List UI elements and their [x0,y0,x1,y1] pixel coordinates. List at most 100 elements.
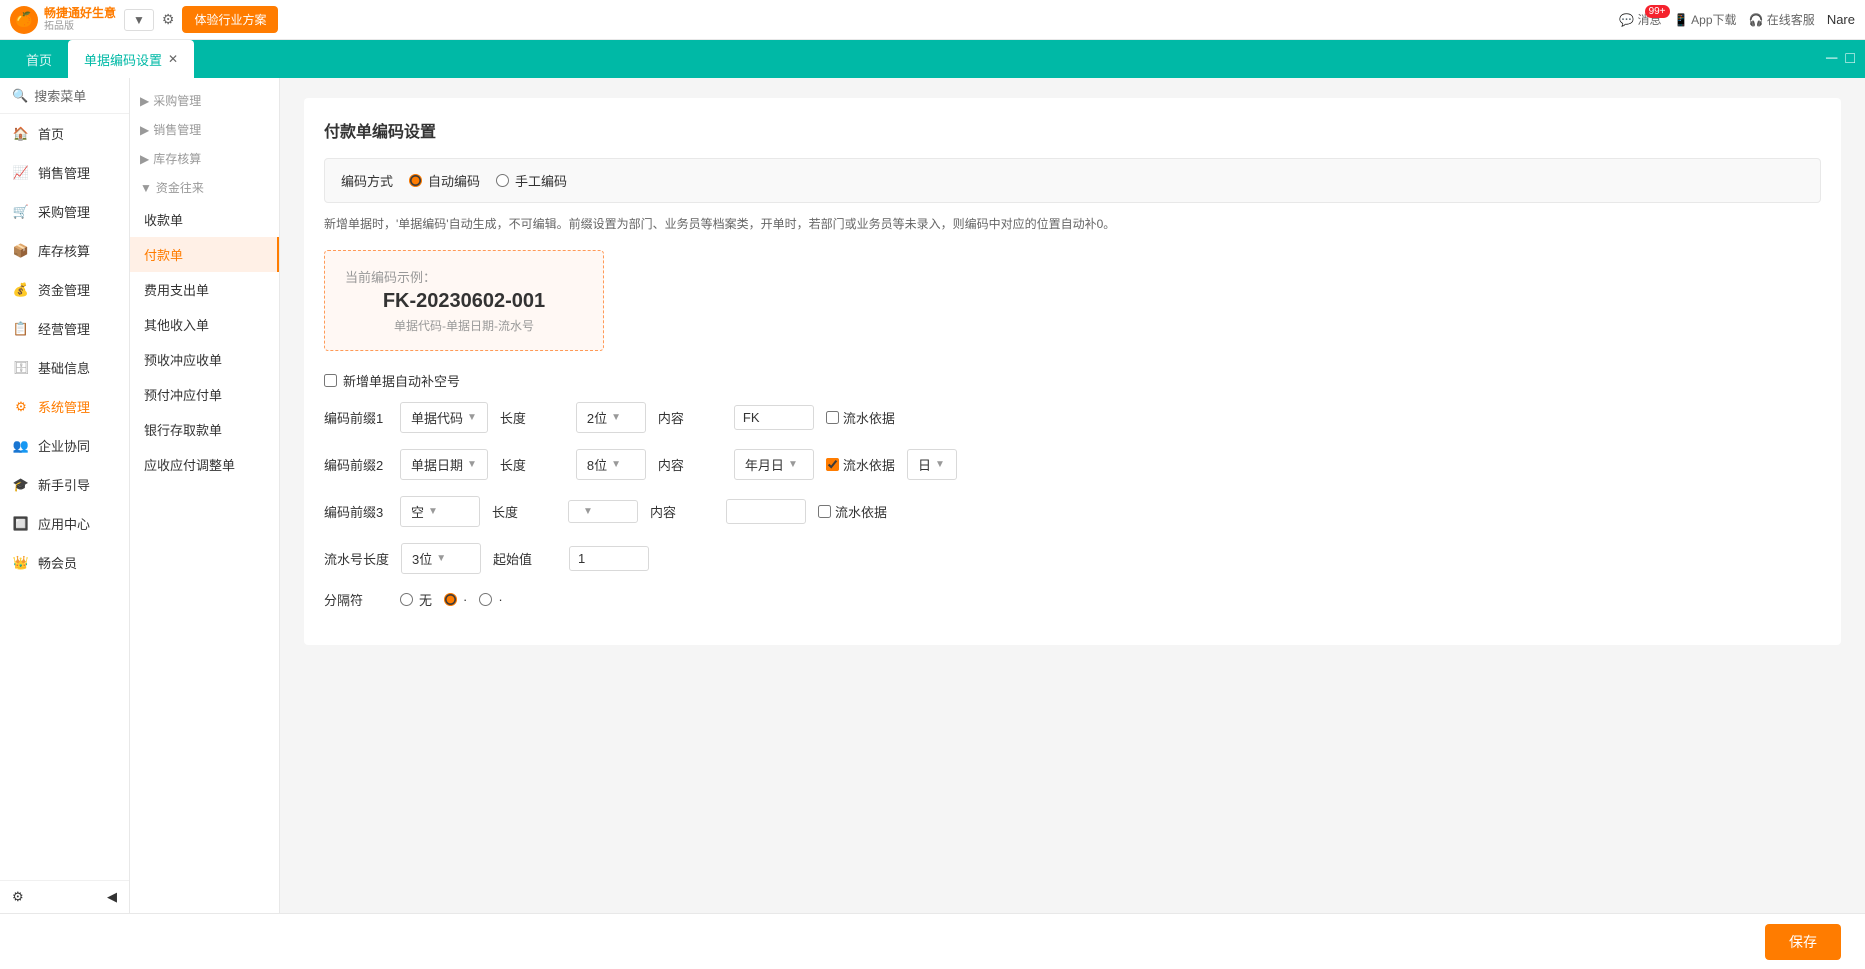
sidebar-item-payment[interactable]: 付款单 [130,237,279,272]
serial1-label: 流水依据 [843,408,895,427]
message-icon[interactable]: 💬 消息 99+ [1619,11,1661,28]
sidebar-item-expense[interactable]: 费用支出单 [130,272,279,307]
length1-select[interactable]: 2位 ▼ [576,402,646,433]
length2-chevron-icon: ▼ [611,459,621,470]
sidebar-item-bank[interactable]: 银行存取款单 [130,412,279,447]
serial1-checkbox-group[interactable]: 流水依据 [826,408,895,427]
auto-code-label: 自动编码 [428,171,480,190]
prefix3-select[interactable]: 空 ▼ [400,496,480,527]
online-service[interactable]: 🎧 在线客服 [1749,11,1815,28]
section-inventory[interactable]: ▶ 库存核算 [130,144,279,173]
start-value-input[interactable] [569,546,649,571]
app-download[interactable]: 📱 App下载 [1674,11,1737,28]
length3-chevron-icon: ▼ [583,506,593,517]
sidebar-item-inventory[interactable]: 📦 库存核算 [0,231,129,270]
serial3-label: 流水依据 [835,502,887,521]
serial-num-select[interactable]: 3位 ▼ [401,543,481,574]
section-purchase[interactable]: ▶ 采购管理 [130,86,279,115]
sidebar-item-receipt[interactable]: 收款单 [130,202,279,237]
sep-none-input[interactable] [400,593,413,606]
bottom-settings-icon[interactable]: ⚙ [12,889,24,905]
content1-input[interactable] [734,405,814,430]
sidebar-item-apps[interactable]: 🔲 应用中心 [0,504,129,543]
sidebar-item-purchase[interactable]: 🛒 采购管理 [0,192,129,231]
auto-code-radio[interactable]: 自动编码 [409,171,480,190]
settings-icon[interactable]: ⚙ [162,11,175,28]
topbar-controls: ▼ ⚙ [124,9,174,31]
section-sales[interactable]: ▶ 销售管理 [130,115,279,144]
save-button[interactable]: 保存 [1765,924,1841,960]
preview-desc: 单据代码-单据日期-流水号 [345,317,583,334]
prefix1-select[interactable]: 单据代码 ▼ [400,402,488,433]
tab-close-icon[interactable]: ✕ [168,52,178,66]
minimize-icon[interactable]: ─ [1826,50,1837,68]
preview-code: FK-20230602-001 [345,290,583,313]
sidebar-item-member[interactable]: 👑 畅会员 [0,543,129,582]
serial2-checkbox[interactable] [826,458,839,471]
sidebar-item-ops[interactable]: 📋 经营管理 [0,309,129,348]
length2-label: 长度 [500,455,564,474]
length3-label: 长度 [492,502,556,521]
tab-voucher-code[interactable]: 单据编码设置 ✕ [68,40,194,78]
serial2-checkbox-group[interactable]: 流水依据 [826,455,895,474]
sidebar-item-adjustment[interactable]: 应收应付调整单 [130,447,279,482]
content2-chevron-icon: ▼ [788,459,798,470]
manual-code-input[interactable] [496,174,509,187]
search-icon: 🔍 [12,88,28,104]
sep-dot-input[interactable] [479,593,492,606]
sidebar-item-home[interactable]: 🏠 首页 [0,114,129,153]
serial2-label: 流水依据 [843,455,895,474]
prefix1-row: 编码前缀1 单据代码 ▼ 长度 2位 ▼ 内容 流水依据 [324,402,1821,433]
sidebar-item-other-income[interactable]: 其他收入单 [130,307,279,342]
serial2-unit-select[interactable]: 日 ▼ [907,449,957,480]
serial3-checkbox-group[interactable]: 流水依据 [818,502,887,521]
sidebar-item-system[interactable]: ⚙ 系统管理 [0,387,129,426]
sep-dot-radio[interactable]: · [479,592,502,607]
search-menu[interactable]: 🔍 搜索菜单 [0,78,129,114]
sidebar-item-sales[interactable]: 📈 销售管理 [0,153,129,192]
prefix1-label: 编码前缀1 [324,408,388,427]
coding-method-label: 编码方式 [341,171,393,190]
length2-select[interactable]: 8位 ▼ [576,449,646,480]
prefix2-select[interactable]: 单据日期 ▼ [400,449,488,480]
collab-icon: 👥 [12,437,30,455]
global-sidebar: 🔍 搜索菜单 🏠 首页 📈 销售管理 🛒 采购管理 📦 库存核算 💰 资金管理 … [0,78,130,913]
user-name[interactable]: Nare [1827,12,1855,27]
new-voucher-label: 新增单据自动补空号 [343,371,460,390]
content2-select[interactable]: 年月日 ▼ [734,449,814,480]
start-value-label: 起始值 [493,549,557,568]
serial-num-label: 流水号长度 [324,549,389,568]
sidebar-item-advance-offset[interactable]: 预付冲应付单 [130,377,279,412]
sidebar-item-collab[interactable]: 👥 企业协同 [0,426,129,465]
page-title: 付款单编码设置 [324,118,1821,142]
serial3-checkbox[interactable] [818,505,831,518]
content3-input[interactable] [726,499,806,524]
sidebar-item-basic[interactable]: 🗄 基础信息 [0,348,129,387]
sidebar-item-guide[interactable]: 🎓 新手引导 [0,465,129,504]
content2-label: 内容 [658,455,722,474]
basic-icon: 🗄 [12,359,30,377]
sep-dash-radio[interactable]: · [444,592,467,607]
settings-card: 付款单编码设置 编码方式 自动编码 手工编码 新增单据时，'单据编码'自动生成，… [304,98,1841,645]
serial1-checkbox[interactable] [826,411,839,424]
maximize-icon[interactable]: □ [1845,50,1855,68]
topbar: 🍊 畅捷通好生意 拓品版 ▼ ⚙ 体验行业方案 💬 消息 99+ 📱 App下载… [0,0,1865,40]
sidebar-item-prepay-offset[interactable]: 预收冲应收单 [130,342,279,377]
length3-select[interactable]: ▼ [568,500,638,523]
length1-label: 长度 [500,408,564,427]
section-capital[interactable]: ▼ 资金往来 [130,173,279,202]
company-dropdown[interactable]: ▼ [124,9,154,31]
sidebar-item-finance[interactable]: 💰 资金管理 [0,270,129,309]
apps-icon: 🔲 [12,515,30,533]
tab-home[interactable]: 首页 [10,40,68,78]
sep-none-radio[interactable]: 无 [400,590,432,609]
new-voucher-checkbox[interactable] [324,374,337,387]
auto-code-input[interactable] [409,174,422,187]
separator-row: 分隔符 无 · · [324,590,1821,609]
manual-code-radio[interactable]: 手工编码 [496,171,567,190]
sep-dash-input[interactable] [444,593,457,606]
bottom-collapse-icon[interactable]: ◀ [107,889,117,905]
inventory-icon: 📦 [12,242,30,260]
prefix1-chevron-icon: ▼ [467,412,477,423]
trial-btn[interactable]: 体验行业方案 [182,6,278,33]
